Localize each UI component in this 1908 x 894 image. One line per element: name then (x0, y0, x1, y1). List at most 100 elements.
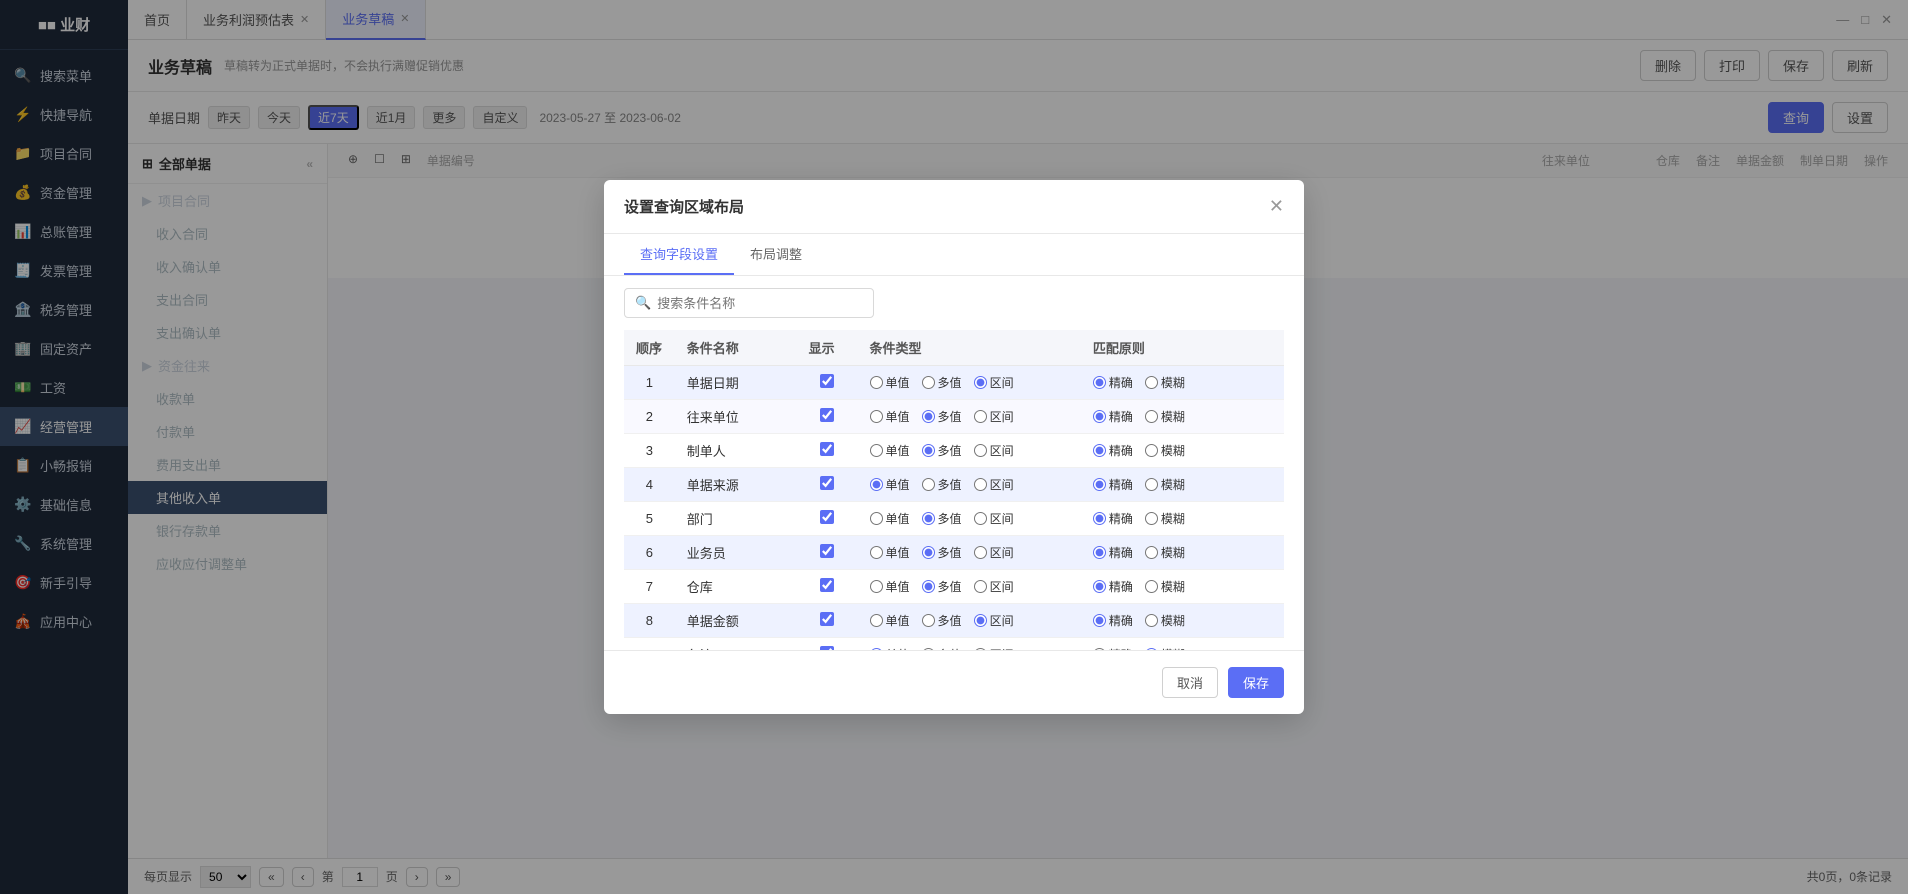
match-radio-精确[interactable]: 精确 (1093, 442, 1133, 459)
match-radio-精确[interactable]: 精确 (1093, 408, 1133, 425)
cell-seq: 6 (624, 536, 675, 570)
modal-save-button[interactable]: 保存 (1228, 667, 1284, 698)
table-row: 1单据日期单值多值区间精确模糊 (624, 366, 1284, 400)
cell-type: 单值多值区间 (858, 604, 1081, 638)
type-radio-多值[interactable]: 多值 (922, 510, 962, 527)
show-checkbox-6[interactable] (820, 544, 834, 558)
match-radio-精确[interactable]: 精确 (1093, 612, 1133, 629)
type-radio-区间[interactable]: 区间 (974, 374, 1014, 391)
type-radio-group: 单值多值区间 (870, 544, 1069, 561)
type-radio-单值[interactable]: 单值 (870, 408, 910, 425)
type-radio-区间[interactable]: 区间 (974, 476, 1014, 493)
match-radio-精确[interactable]: 精确 (1093, 544, 1133, 561)
type-radio-区间[interactable]: 区间 (974, 612, 1014, 629)
type-radio-区间[interactable]: 区间 (974, 544, 1014, 561)
type-radio-区间[interactable]: 区间 (974, 578, 1014, 595)
cell-name: 单据来源 (675, 468, 797, 502)
match-radio-模糊[interactable]: 模糊 (1145, 510, 1185, 527)
match-radio-精确[interactable]: 精确 (1093, 476, 1133, 493)
match-radio-模糊[interactable]: 模糊 (1145, 578, 1185, 595)
type-radio-多值[interactable]: 多值 (922, 408, 962, 425)
conditions-tbody: 1单据日期单值多值区间精确模糊2往来单位单值多值区间精确模糊3制单人单值多值区间… (624, 366, 1284, 651)
modal-close-button[interactable]: ✕ (1269, 196, 1284, 217)
match-radio-group: 精确模糊 (1093, 612, 1272, 629)
type-radio-单值[interactable]: 单值 (870, 442, 910, 459)
match-radio-模糊[interactable]: 模糊 (1145, 408, 1185, 425)
match-radio-group: 精确模糊 (1093, 510, 1272, 527)
type-radio-区间[interactable]: 区间 (974, 408, 1014, 425)
match-radio-精确[interactable]: 精确 (1093, 510, 1133, 527)
match-radio-group: 精确模糊 (1093, 476, 1272, 493)
match-radio-group: 精确模糊 (1093, 442, 1272, 459)
type-radio-单值[interactable]: 单值 (870, 476, 910, 493)
table-scroll[interactable]: 顺序 条件名称 显示 条件类型 匹配原则 1单据日期单值多值区间精确模糊2往来单… (624, 330, 1284, 650)
cell-seq: 4 (624, 468, 675, 502)
type-radio-多值[interactable]: 多值 (922, 612, 962, 629)
type-radio-单值[interactable]: 单值 (870, 544, 910, 561)
type-radio-区间[interactable]: 区间 (974, 442, 1014, 459)
cell-match: 精确模糊 (1081, 400, 1284, 434)
type-radio-多值[interactable]: 多值 (922, 544, 962, 561)
type-radio-group: 单值多值区间 (870, 442, 1069, 459)
type-radio-多值[interactable]: 多值 (922, 442, 962, 459)
type-radio-区间[interactable]: 区间 (974, 510, 1014, 527)
show-checkbox-7[interactable] (820, 578, 834, 592)
modal-footer: 取消 保存 (604, 650, 1304, 714)
match-radio-group: 精确模糊 (1093, 578, 1272, 595)
match-radio-模糊[interactable]: 模糊 (1145, 374, 1185, 391)
cell-name: 制单人 (675, 434, 797, 468)
show-checkbox-1[interactable] (820, 374, 834, 388)
type-radio-单值[interactable]: 单值 (870, 374, 910, 391)
cancel-button[interactable]: 取消 (1162, 667, 1218, 698)
conditions-table: 顺序 条件名称 显示 条件类型 匹配原则 1单据日期单值多值区间精确模糊2往来单… (624, 330, 1284, 650)
cell-type: 单值多值区间 (858, 570, 1081, 604)
match-radio-模糊[interactable]: 模糊 (1145, 544, 1185, 561)
show-checkbox-3[interactable] (820, 442, 834, 456)
cell-show (797, 400, 858, 434)
search-input[interactable] (657, 296, 863, 311)
match-radio-模糊[interactable]: 模糊 (1145, 442, 1185, 459)
type-radio-单值[interactable]: 单值 (870, 510, 910, 527)
table-row: 6业务员 单值多值区间 精确模糊 (624, 536, 1284, 570)
type-radio-多值[interactable]: 多值 (922, 374, 962, 391)
cell-show (797, 638, 858, 651)
search-box: 🔍 (624, 288, 874, 318)
th-match: 匹配原则 (1081, 330, 1284, 366)
cell-seq: 8 (624, 604, 675, 638)
cell-match: 精确模糊 (1081, 502, 1284, 536)
show-checkbox-8[interactable] (820, 612, 834, 626)
cell-show (797, 434, 858, 468)
type-radio-多值[interactable]: 多值 (922, 578, 962, 595)
modal-header: 设置查询区域布局 ✕ (604, 180, 1304, 234)
cell-show (797, 570, 858, 604)
type-radio-group: 单值多值区间 (870, 578, 1069, 595)
modal-body: 顺序 条件名称 显示 条件类型 匹配原则 1单据日期单值多值区间精确模糊2往来单… (604, 330, 1304, 650)
match-radio-精确[interactable]: 精确 (1093, 374, 1133, 391)
type-radio-group: 单值多值区间 (870, 408, 1069, 425)
cell-name: 业务员 (675, 536, 797, 570)
cell-name: 往来单位 (675, 400, 797, 434)
modal-search: 🔍 (604, 276, 1304, 330)
table-row: 7仓库单值多值区间精确模糊 (624, 570, 1284, 604)
modal-tab-field-settings[interactable]: 查询字段设置 (624, 234, 734, 275)
show-checkbox-4[interactable] (820, 476, 834, 490)
table-row: 3制单人单值多值区间精确模糊 (624, 434, 1284, 468)
cell-name: 单据日期 (675, 366, 797, 400)
type-radio-单值[interactable]: 单值 (870, 578, 910, 595)
match-radio-精确[interactable]: 精确 (1093, 578, 1133, 595)
match-radio-模糊[interactable]: 模糊 (1145, 612, 1185, 629)
search-icon: 🔍 (635, 295, 651, 311)
show-checkbox-5[interactable] (820, 510, 834, 524)
th-name: 条件名称 (675, 330, 797, 366)
cell-match: 精确模糊 (1081, 366, 1284, 400)
type-radio-多值[interactable]: 多值 (922, 476, 962, 493)
match-radio-模糊[interactable]: 模糊 (1145, 476, 1185, 493)
type-radio-单值[interactable]: 单值 (870, 612, 910, 629)
type-radio-group: 单值多值区间 (870, 374, 1069, 391)
show-checkbox-2[interactable] (820, 408, 834, 422)
th-show: 显示 (797, 330, 858, 366)
cell-match: 精确模糊 (1081, 468, 1284, 502)
modal-tab-layout-adjust[interactable]: 布局调整 (734, 234, 818, 275)
modal-tabs: 查询字段设置 布局调整 (604, 234, 1304, 276)
table-head: 顺序 条件名称 显示 条件类型 匹配原则 (624, 330, 1284, 366)
